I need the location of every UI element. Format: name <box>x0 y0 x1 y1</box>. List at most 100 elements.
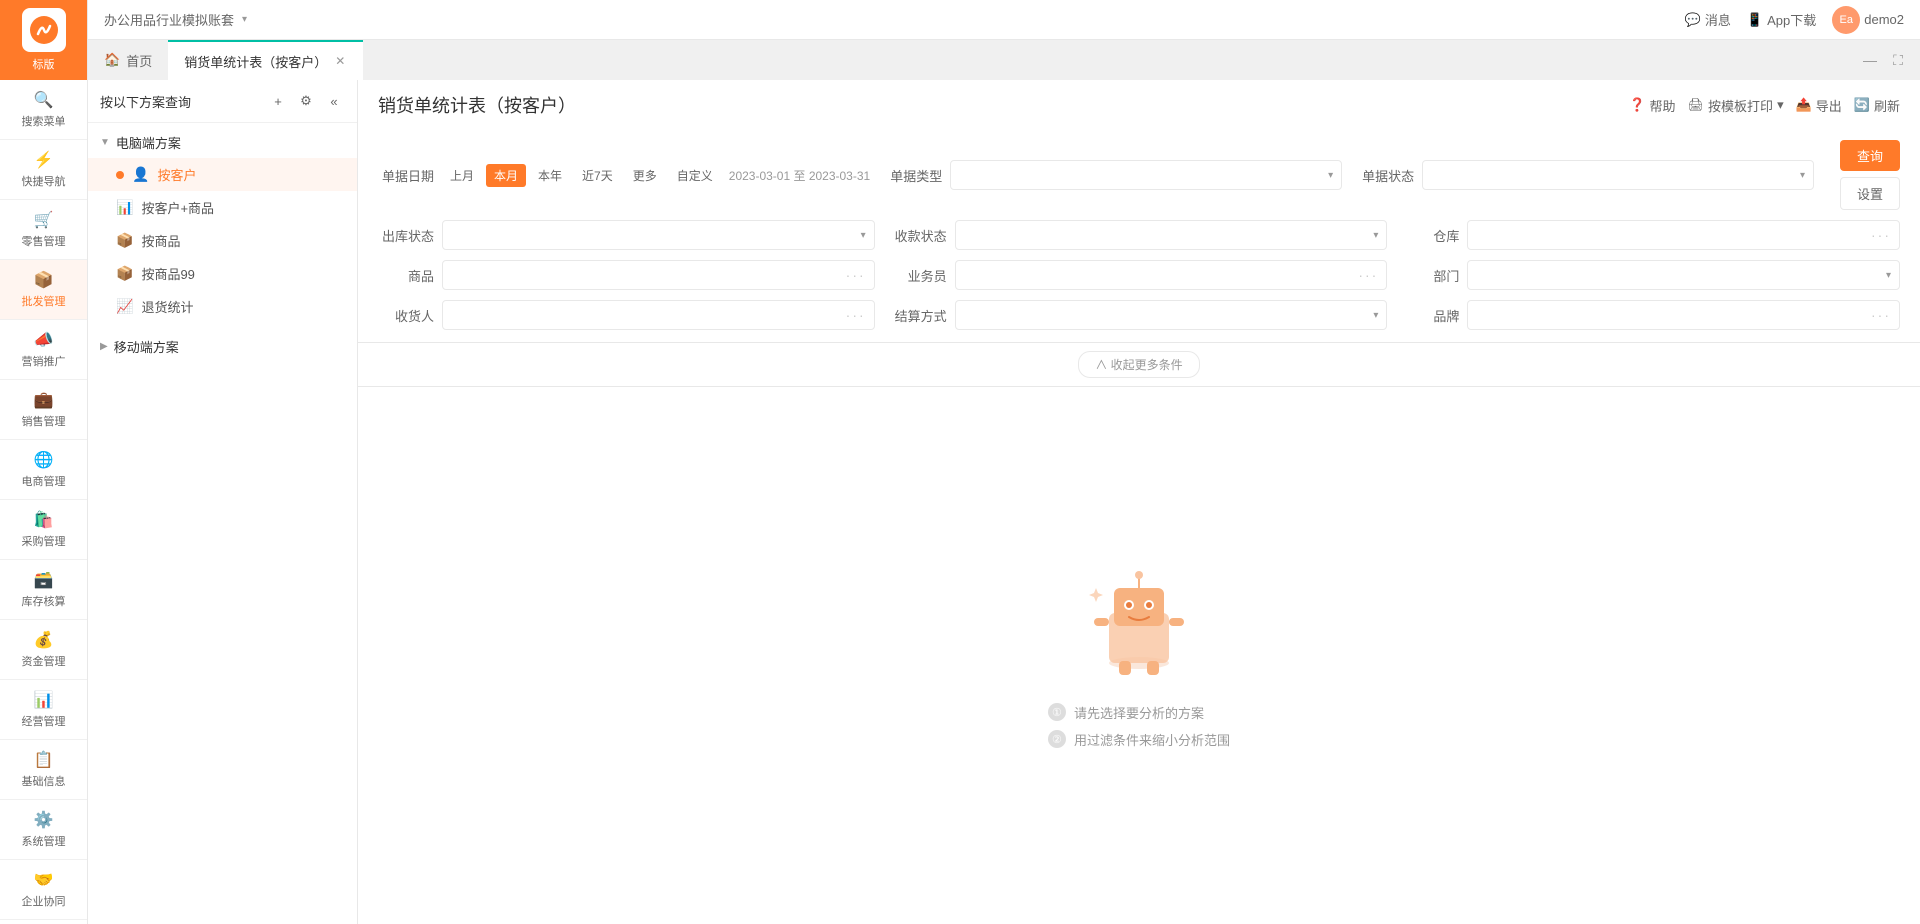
sidebar-item-guide[interactable]: 🆕 新手引导 <box>0 920 87 924</box>
hint-2-text: 用过滤条件来缩小分析范围 <box>1074 730 1230 749</box>
header-dropdown-icon[interactable]: ▾ <box>242 14 247 25</box>
template-print-action[interactable]: 🖨 按模板打印 ▾ <box>1688 96 1784 115</box>
sidebar-item-shortcut[interactable]: ⚡ 快捷导航 <box>0 140 87 200</box>
warehouse-label: 仓库 <box>1403 226 1459 245</box>
scheme-item-by-product-99[interactable]: 📦 按商品99 <box>88 257 357 290</box>
hint-1-num: ① <box>1048 703 1066 721</box>
warehouse-input[interactable]: ··· <box>1467 220 1900 250</box>
query-button[interactable]: 查询 <box>1840 140 1900 171</box>
empty-state: ① 请先选择要分析的方案 ② 用过滤条件来缩小分析范围 <box>358 387 1920 924</box>
scheme-panel: 按以下方案查询 + ⚙ « ▼ 电脑端方案 👤 按客户 📊 <box>88 80 358 924</box>
sidebar-item-enterprise[interactable]: 🤝 企业协同 <box>0 860 87 920</box>
date-btn-this-year[interactable]: 本年 <box>530 164 570 187</box>
scheme-group-desktop-header[interactable]: ▼ 电脑端方案 <box>88 127 357 158</box>
logo-icon <box>22 8 66 52</box>
sidebar-item-system[interactable]: ⚙️ 系统管理 <box>0 800 87 860</box>
scheme-collapse-button[interactable]: « <box>323 90 345 112</box>
sidebar-item-wholesale[interactable]: 📦 批发管理 <box>0 260 87 320</box>
filter-row-3: 商品 ··· 业务员 ··· 部门 <box>378 260 1900 290</box>
tab-bar: 🏠 首页 销货单统计表（按客户） ✕ — ⛶ <box>88 40 1920 80</box>
tab-home[interactable]: 🏠 首页 <box>88 40 168 80</box>
app-download-action[interactable]: 📱 App下载 <box>1747 10 1816 29</box>
brand-label: 品牌 <box>1403 306 1459 325</box>
help-action[interactable]: ❓ 帮助 <box>1629 96 1675 115</box>
doc-status-input[interactable]: ▾ <box>1422 160 1814 190</box>
salesperson-label: 业务员 <box>891 266 947 285</box>
receiver-label: 收货人 <box>378 306 434 325</box>
department-input[interactable]: ▾ <box>1467 260 1900 290</box>
minimize-button[interactable]: — <box>1860 50 1880 70</box>
payment-status-input[interactable]: ▾ <box>955 220 1388 250</box>
sidebar-item-purchase[interactable]: 🛍️ 采购管理 <box>0 500 87 560</box>
product-input[interactable]: ··· <box>442 260 875 290</box>
maximize-button[interactable]: ⛶ <box>1888 50 1908 70</box>
hint-2-num: ② <box>1048 730 1066 748</box>
message-action[interactable]: 💬 消息 <box>1685 10 1731 29</box>
scheme-group-mobile-header[interactable]: ▶ 移动端方案 <box>88 331 357 362</box>
filter-warehouse-field: 仓库 ··· <box>1403 220 1900 250</box>
enterprise-icon: 🤝 <box>34 870 54 890</box>
scheme-settings-button[interactable]: ⚙ <box>295 90 317 112</box>
scheme-item-by-customer-product[interactable]: 📊 按客户+商品 <box>88 191 357 224</box>
sidebar-item-ecommerce[interactable]: 🌐 电商管理 <box>0 440 87 500</box>
scheme-panel-actions: + ⚙ « <box>267 90 345 112</box>
doc-type-input[interactable]: ▾ <box>950 160 1342 190</box>
export-icon: 📤 <box>1796 97 1812 113</box>
avatar: Ea <box>1832 6 1860 34</box>
header-right: 💬 消息 📱 App下载 Ea demo2 <box>1685 6 1904 34</box>
sidebar-item-inventory[interactable]: 🗃️ 库存核算 <box>0 560 87 620</box>
sidebar-item-operation[interactable]: 📊 经营管理 <box>0 680 87 740</box>
filter-doc-status-field: 单据状态 ▾ <box>1358 160 1814 190</box>
sidebar-item-retail[interactable]: 🛒 零售管理 <box>0 200 87 260</box>
product99-icon: 📦 <box>116 265 133 282</box>
out-status-label: 出库状态 <box>378 226 434 245</box>
sidebar-nav: 🔍 搜索菜单 ⚡ 快捷导航 🛒 零售管理 📦 批发管理 📣 营销推广 💼 销售管… <box>0 80 87 924</box>
doc-type-label: 单据类型 <box>886 166 942 185</box>
system-icon: ⚙️ <box>34 810 54 830</box>
logo[interactable]: 标版 <box>0 0 87 80</box>
app-subtitle: 标版 <box>33 56 55 72</box>
date-btn-last-7days[interactable]: 近7天 <box>574 164 621 187</box>
sidebar-item-finance[interactable]: 💰 资金管理 <box>0 620 87 680</box>
date-btn-this-month[interactable]: 本月 <box>486 164 526 187</box>
tab-close-icon[interactable]: ✕ <box>333 52 347 70</box>
filter-salesperson-field: 业务员 ··· <box>891 260 1388 290</box>
sidebar-item-search[interactable]: 🔍 搜索菜单 <box>0 80 87 140</box>
finance-icon: 💰 <box>34 630 54 650</box>
settings-button[interactable]: 设置 <box>1840 177 1900 210</box>
title-actions: ❓ 帮助 🖨 按模板打印 ▾ 📤 导出 🔄 <box>1629 96 1900 115</box>
ecommerce-icon: 🌐 <box>34 450 54 470</box>
query-button-area: 查询 设置 <box>1830 140 1900 210</box>
export-action[interactable]: 📤 导出 <box>1796 96 1842 115</box>
scheme-add-button[interactable]: + <box>267 90 289 112</box>
brand-input[interactable]: ··· <box>1467 300 1900 330</box>
scheme-item-by-product[interactable]: 📦 按商品 <box>88 224 357 257</box>
product-icon: 📦 <box>116 232 133 249</box>
user-profile[interactable]: Ea demo2 <box>1832 6 1904 34</box>
operation-icon: 📊 <box>34 690 54 710</box>
out-status-input[interactable]: ▾ <box>442 220 875 250</box>
sidebar-item-basic[interactable]: 📋 基础信息 <box>0 740 87 800</box>
search-icon: 🔍 <box>34 90 54 110</box>
scheme-item-return-stat[interactable]: 📈 退货统计 <box>88 290 357 323</box>
scheme-item-by-customer[interactable]: 👤 按客户 <box>88 158 357 191</box>
tab-sales-stat[interactable]: 销货单统计表（按客户） ✕ <box>168 40 363 80</box>
sidebar-item-sales[interactable]: 💼 销售管理 <box>0 380 87 440</box>
date-range-text: 2023-03-01 至 2023-03-31 <box>729 167 870 184</box>
print-dropdown-icon: ▾ <box>1777 97 1784 113</box>
filter-settlement-field: 结算方式 ▾ <box>891 300 1388 330</box>
payment-status-dropdown-icon: ▾ <box>1373 230 1378 241</box>
settlement-input[interactable]: ▾ <box>955 300 1388 330</box>
filter-out-status-field: 出库状态 ▾ <box>378 220 875 250</box>
date-btn-custom[interactable]: 自定义 <box>669 164 721 187</box>
message-icon: 💬 <box>1685 12 1701 28</box>
refresh-action[interactable]: 🔄 刷新 <box>1854 96 1900 115</box>
top-header: 办公用品行业模拟账套 ▾ 💬 消息 📱 App下载 Ea demo2 <box>88 0 1920 40</box>
date-btn-more[interactable]: 更多 <box>625 164 665 187</box>
sidebar-item-marketing[interactable]: 📣 营销推广 <box>0 320 87 380</box>
receiver-input[interactable]: ··· <box>442 300 875 330</box>
salesperson-input[interactable]: ··· <box>955 260 1388 290</box>
home-icon: 🏠 <box>104 52 120 68</box>
date-btn-last-month[interactable]: 上月 <box>442 164 482 187</box>
collapse-conditions-button[interactable]: ∧ 收起更多条件 <box>1078 351 1199 378</box>
